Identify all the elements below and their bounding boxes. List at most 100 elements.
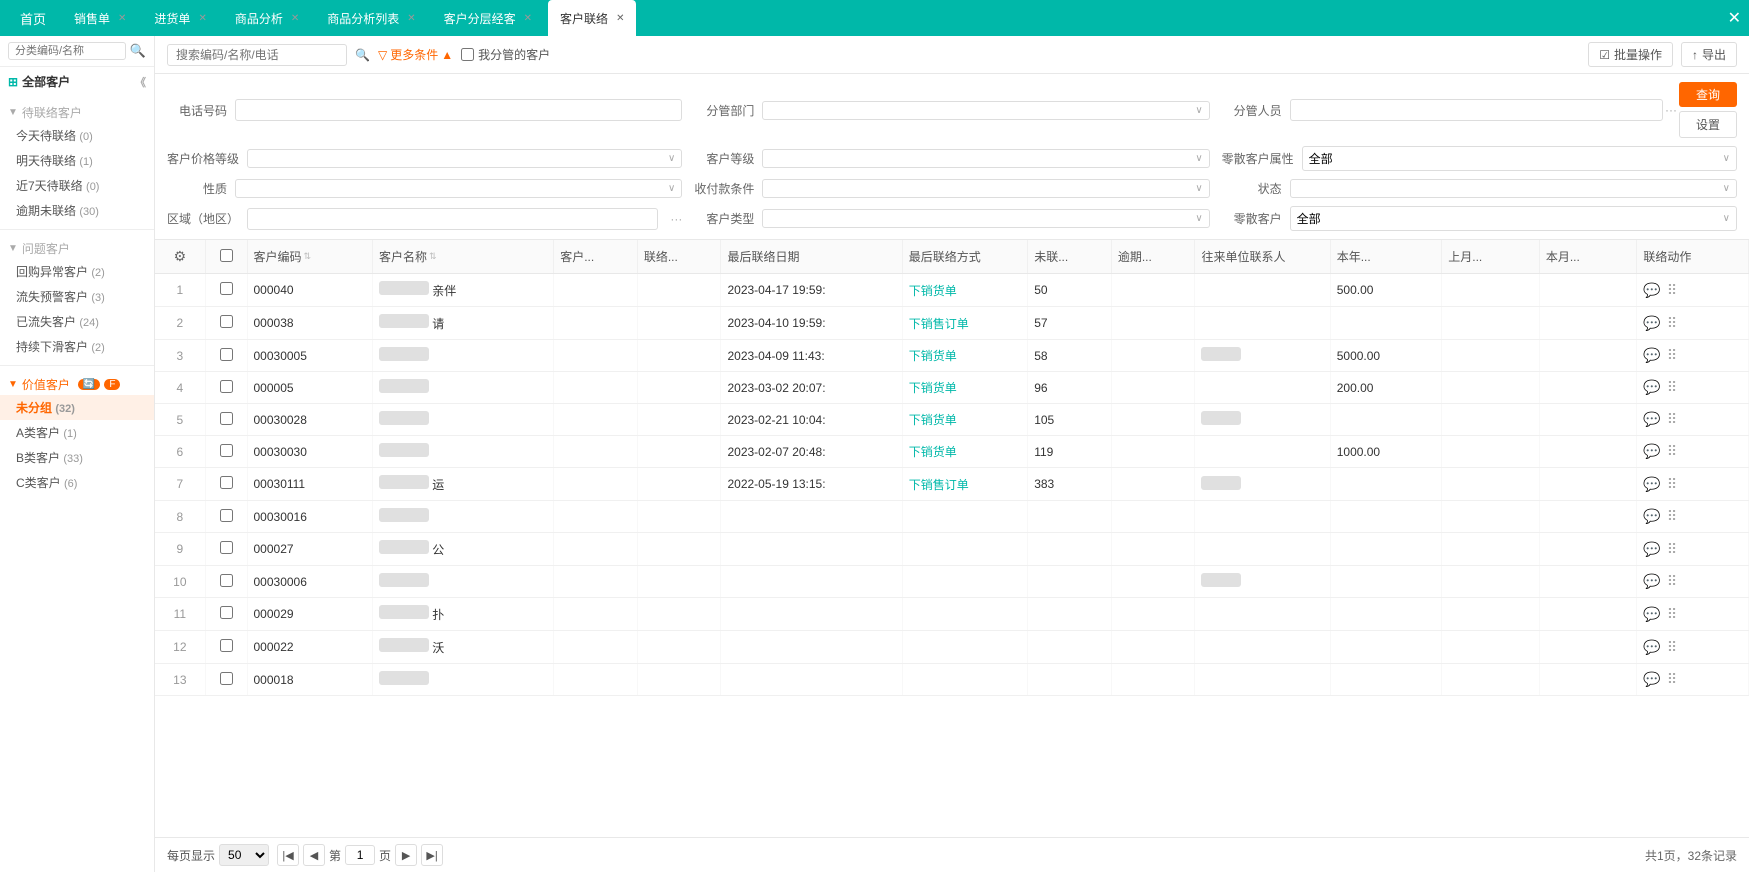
row-method-link[interactable]: 下销售订单: [909, 317, 969, 331]
batch-ops-button[interactable]: ☑ 批量操作: [1588, 42, 1673, 67]
row-method-link[interactable]: 下销售订单: [909, 478, 969, 492]
row-method-link[interactable]: 下销货单: [909, 381, 957, 395]
sidebar-item-c-class[interactable]: C类客户 (6): [0, 470, 154, 495]
row-method-link[interactable]: 下销货单: [909, 445, 957, 459]
more-actions-icon[interactable]: ⠿: [1667, 282, 1677, 299]
contact-icon[interactable]: 💬: [1643, 411, 1660, 428]
filter-search-input[interactable]: [167, 44, 347, 66]
more-actions-icon[interactable]: ⠿: [1667, 541, 1677, 558]
nav-tab-customer-tier[interactable]: 客户分层经客 ✕: [432, 0, 544, 36]
more-actions-icon[interactable]: ⠿: [1667, 443, 1677, 460]
sidebar-item-ungroup[interactable]: 未分组 (32): [0, 395, 154, 420]
contact-icon[interactable]: 💬: [1643, 476, 1660, 493]
row-checkbox-3[interactable]: [220, 380, 233, 393]
close-tab-purchase-icon[interactable]: ✕: [198, 13, 206, 24]
filter-retail-attr-select[interactable]: 全部 ∨: [1302, 146, 1737, 171]
sidebar-group-problem-title[interactable]: ▼ 问题客户: [0, 236, 154, 259]
sidebar-collapse-icon[interactable]: 《: [135, 74, 146, 90]
row-checkbox-0[interactable]: [220, 282, 233, 295]
sidebar-search-icon[interactable]: 🔍: [130, 43, 146, 59]
filter-person-input[interactable]: [1290, 99, 1663, 121]
nav-tab-customer-contact[interactable]: 客户联络 ✕: [548, 0, 636, 36]
row-checkbox-11[interactable]: [220, 639, 233, 652]
column-settings-icon[interactable]: ⚙: [174, 248, 187, 264]
query-button[interactable]: 查询: [1679, 82, 1737, 107]
more-actions-icon[interactable]: ⠿: [1667, 639, 1677, 656]
page-number-input[interactable]: [345, 845, 375, 865]
region-more-icon[interactable]: ···: [670, 212, 682, 226]
name-sort-icon[interactable]: ⇅: [429, 251, 437, 262]
contact-icon[interactable]: 💬: [1643, 639, 1660, 656]
reset-button[interactable]: 设置: [1679, 111, 1737, 138]
more-actions-icon[interactable]: ⠿: [1667, 347, 1677, 364]
contact-icon[interactable]: 💬: [1643, 606, 1660, 623]
filter-customer-level-select[interactable]: ∨: [762, 149, 1209, 168]
filter-more-conditions[interactable]: ▽ 更多条件 ▲: [378, 46, 453, 63]
more-actions-icon[interactable]: ⠿: [1667, 476, 1677, 493]
prev-page-button[interactable]: ◀: [303, 844, 325, 866]
filter-nature-select[interactable]: ∨: [235, 179, 682, 198]
check-all-checkbox[interactable]: [220, 249, 233, 262]
nav-tab-purchase[interactable]: 进货单 ✕: [142, 0, 218, 36]
first-page-button[interactable]: |◀: [277, 844, 299, 866]
nav-tab-analysis-list[interactable]: 商品分析列表 ✕: [315, 0, 427, 36]
close-tab-customer-tier-icon[interactable]: ✕: [524, 13, 532, 24]
person-more-icon[interactable]: ···: [1665, 103, 1677, 117]
filter-retail-customer-select[interactable]: 全部 ∨: [1290, 206, 1737, 231]
sidebar-item-overdue[interactable]: 逾期未联络 (30): [0, 198, 154, 223]
code-sort-icon[interactable]: ⇅: [304, 251, 312, 262]
row-method-link[interactable]: 下销货单: [909, 413, 957, 427]
contact-icon[interactable]: 💬: [1643, 541, 1660, 558]
row-checkbox-8[interactable]: [220, 541, 233, 554]
sidebar-item-b-class[interactable]: B类客户 (33): [0, 445, 154, 470]
sidebar-item-a-class[interactable]: A类客户 (1): [0, 420, 154, 445]
more-actions-icon[interactable]: ⠿: [1667, 315, 1677, 332]
close-tab-customer-contact-icon[interactable]: ✕: [616, 13, 624, 24]
per-page-select[interactable]: 50 100 200: [219, 844, 269, 866]
sidebar-group-pending-title[interactable]: ▼ 待联络客户: [0, 100, 154, 123]
more-actions-icon[interactable]: ⠿: [1667, 508, 1677, 525]
filter-dept-select[interactable]: ∨: [762, 101, 1209, 120]
row-checkbox-7[interactable]: [220, 509, 233, 522]
filter-payment-select[interactable]: ∨: [762, 179, 1209, 198]
sidebar-item-churn-warning[interactable]: 流失预警客户 (3): [0, 284, 154, 309]
sidebar-all-customers[interactable]: ⊞ 全部客户 《: [0, 67, 154, 96]
sidebar-item-abnormal[interactable]: 回购异常客户 (2): [0, 259, 154, 284]
filter-my-customers-checkbox[interactable]: 我分管的客户: [461, 46, 550, 63]
window-close-icon[interactable]: ✕: [1728, 8, 1741, 28]
row-checkbox-4[interactable]: [220, 412, 233, 425]
sidebar-item-7days[interactable]: 近7天待联络 (0): [0, 173, 154, 198]
filter-region-input[interactable]: [247, 208, 658, 230]
nav-tab-analysis[interactable]: 商品分析 ✕: [223, 0, 311, 36]
contact-icon[interactable]: 💬: [1643, 671, 1660, 688]
row-checkbox-12[interactable]: [220, 672, 233, 685]
filter-customer-type-select[interactable]: ∨: [762, 209, 1209, 228]
sidebar-item-declining[interactable]: 持续下滑客户 (2): [0, 334, 154, 359]
row-checkbox-5[interactable]: [220, 444, 233, 457]
sidebar-group-value-title[interactable]: ▼ 价值客户 🔄 F: [0, 372, 154, 395]
row-checkbox-10[interactable]: [220, 606, 233, 619]
contact-icon[interactable]: 💬: [1643, 282, 1660, 299]
more-actions-icon[interactable]: ⠿: [1667, 573, 1677, 590]
my-customers-check[interactable]: [461, 48, 474, 61]
contact-icon[interactable]: 💬: [1643, 315, 1660, 332]
sidebar-search-input[interactable]: [8, 42, 126, 60]
sidebar-item-tomorrow[interactable]: 明天待联络 (1): [0, 148, 154, 173]
row-checkbox-2[interactable]: [220, 348, 233, 361]
more-actions-icon[interactable]: ⠿: [1667, 671, 1677, 688]
export-button[interactable]: ↑ 导出: [1681, 42, 1737, 67]
contact-icon[interactable]: 💬: [1643, 347, 1660, 364]
contact-icon[interactable]: 💬: [1643, 573, 1660, 590]
filter-status-select[interactable]: ∨: [1290, 179, 1737, 198]
close-tab-analysis-list-icon[interactable]: ✕: [407, 13, 415, 24]
row-method-link[interactable]: 下销货单: [909, 284, 957, 298]
nav-home[interactable]: 首页: [8, 0, 58, 36]
row-checkbox-6[interactable]: [220, 476, 233, 489]
close-tab-sales-icon[interactable]: ✕: [118, 13, 126, 24]
filter-search-button[interactable]: 🔍: [355, 48, 370, 62]
next-page-button[interactable]: ▶: [395, 844, 417, 866]
more-actions-icon[interactable]: ⠿: [1667, 606, 1677, 623]
more-actions-icon[interactable]: ⠿: [1667, 379, 1677, 396]
sidebar-item-today[interactable]: 今天待联络 (0): [0, 123, 154, 148]
nav-tab-sales[interactable]: 销售单 ✕: [62, 0, 138, 36]
